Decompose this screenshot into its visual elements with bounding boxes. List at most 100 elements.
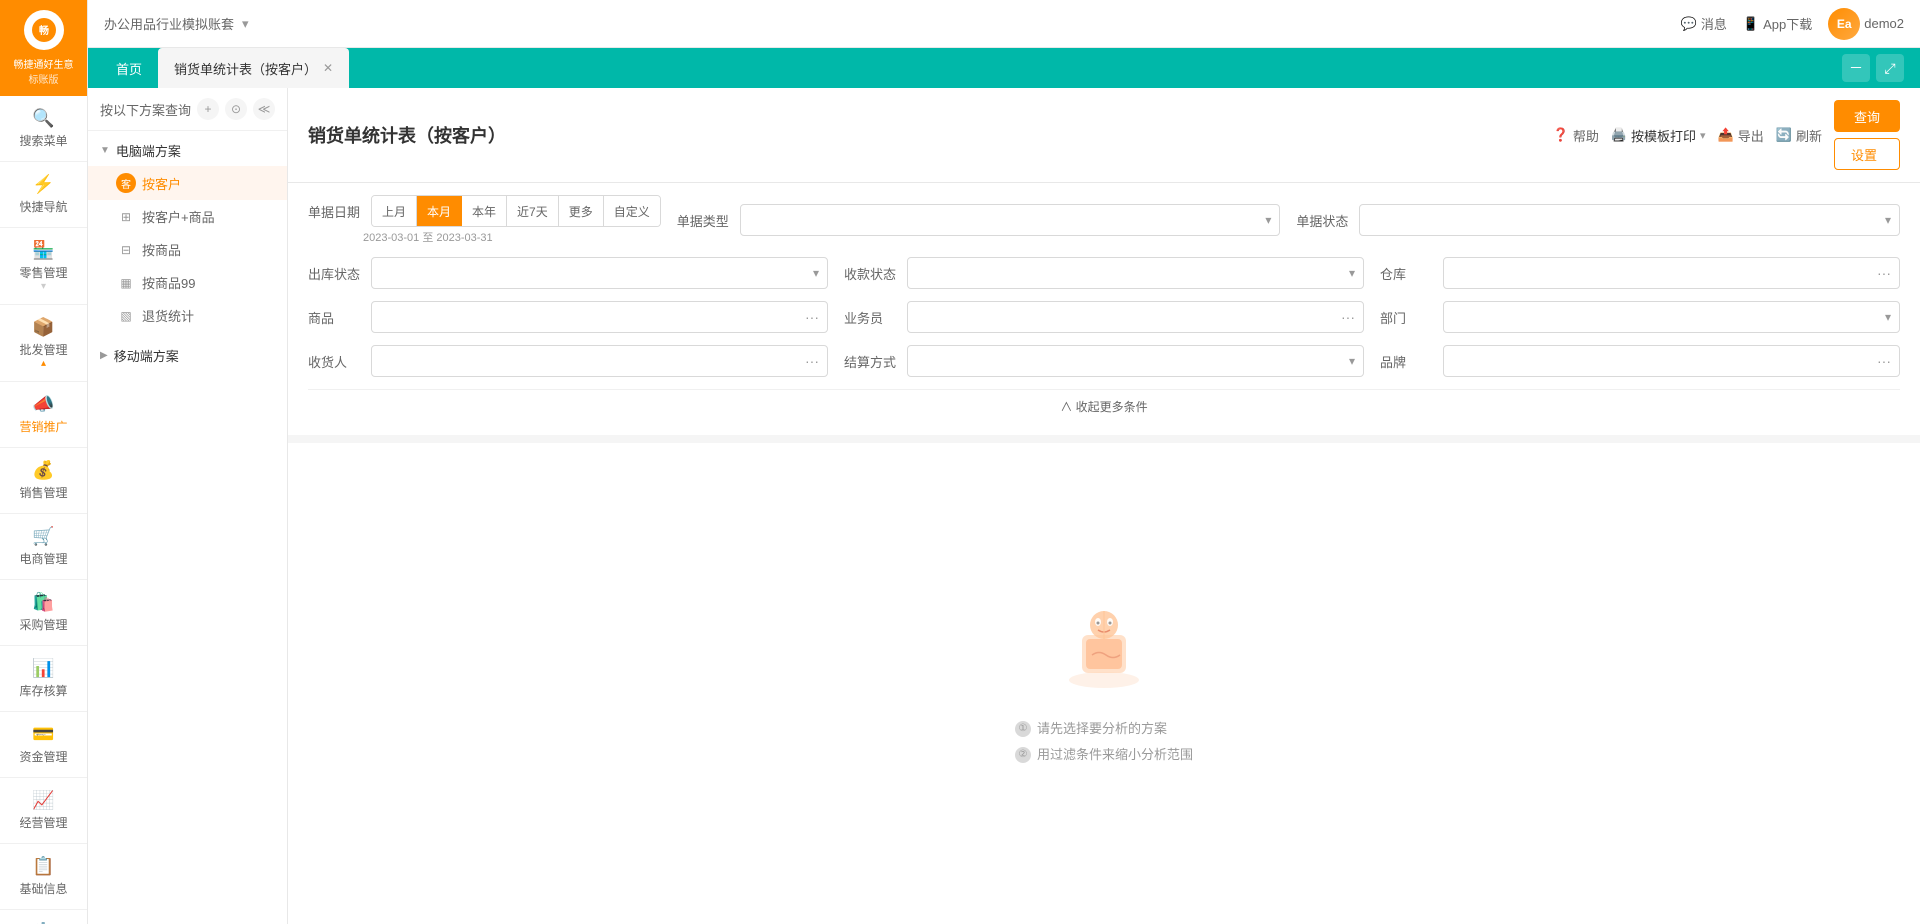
user-area[interactable]: Ea demo2 <box>1828 8 1904 40</box>
sidebar-item-retail-label: 零售管理 <box>19 264 67 281</box>
collapse-panel-btn[interactable]: ≪ <box>253 98 275 120</box>
settings-button[interactable]: 设置 <box>1834 138 1900 170</box>
sidebar-item-basic[interactable]: 📋 基础信息 <box>0 844 87 910</box>
date-custom-btn[interactable]: 自定义 <box>604 195 660 227</box>
department-filter: 部门 ▾ <box>1380 301 1900 333</box>
wholesale-icon: 📦 <box>32 317 54 338</box>
brand-label: 品牌 <box>1380 352 1435 371</box>
top-header-right: 💬 消息 📱 App下载 Ea demo2 <box>1681 8 1904 40</box>
date-range-display: 2023-03-01 至 2023-03-31 <box>308 229 493 245</box>
collapse-bar[interactable]: ∧ 收起更多条件 <box>308 389 1900 423</box>
warehouse-input[interactable]: ··· <box>1443 257 1900 289</box>
left-panel-header-actions: + ⊙ ≪ <box>197 98 275 120</box>
tree-group-desktop: ▼ 电脑端方案 客 按客户 ⊞ 按客户+商品 ⊟ 按商品 ▦ 按商品99 <box>88 131 287 336</box>
tree-item-return-stats[interactable]: ▧ 退货统计 <box>88 299 287 332</box>
help-icon: ❓ <box>1553 127 1569 143</box>
window-minimize-btn[interactable]: － <box>1842 54 1870 82</box>
industry-dropdown-icon[interactable]: ▾ <box>242 16 249 32</box>
doc-status-input[interactable]: ▾ <box>1359 204 1900 236</box>
download-icon: 📱 <box>1743 16 1759 32</box>
settings-scheme-btn[interactable]: ⊙ <box>225 98 247 120</box>
sidebar-item-search[interactable]: 🔍 搜索菜单 <box>0 96 87 162</box>
sidebar-item-system[interactable]: ⚙️ 系统管理 <box>0 910 87 924</box>
filter-row-2: 出库状态 ▾ 收款状态 ▾ 仓库 <box>308 257 1900 289</box>
brand-dots[interactable]: ··· <box>1877 353 1891 369</box>
tree-group-mobile-header[interactable]: ▶ 移动端方案 <box>88 340 287 371</box>
tree-group-desktop-header[interactable]: ▼ 电脑端方案 <box>88 135 287 166</box>
out-status-input[interactable]: ▾ <box>371 257 828 289</box>
goods-dots[interactable]: ··· <box>805 309 819 325</box>
doc-type-input[interactable]: ▾ <box>740 204 1281 236</box>
sidebar-logo: 畅 畅捷通好生意 标账版 <box>0 0 88 96</box>
export-label: 导出 <box>1738 126 1764 145</box>
warehouse-filter: 仓库 ··· <box>1380 257 1900 289</box>
sidebar-item-finance[interactable]: 💳 资金管理 <box>0 712 87 778</box>
help-btn[interactable]: ❓ 帮助 <box>1553 126 1599 145</box>
dropdown-icon-4: ▾ <box>1349 266 1355 280</box>
export-btn[interactable]: 📤 导出 <box>1718 126 1764 145</box>
query-button[interactable]: 查询 <box>1834 100 1900 132</box>
tree-item-goods99[interactable]: ▦ 按商品99 <box>88 266 287 299</box>
sidebar-item-inventory[interactable]: 📊 库存核算 <box>0 646 87 712</box>
tree-item-by-goods[interactable]: ⊟ 按商品 <box>88 233 287 266</box>
refresh-btn[interactable]: 🔄 刷新 <box>1776 126 1822 145</box>
tree-group-mobile-label: 移动端方案 <box>114 346 179 365</box>
doc-type-label: 单据类型 <box>677 211 732 230</box>
stats-icon: ▧ <box>116 309 136 323</box>
empty-tips: ① 请先选择要分析的方案 ② 用过滤条件来缩小分析范围 <box>1015 716 1193 768</box>
tab-home[interactable]: 首页 <box>100 48 158 88</box>
department-input[interactable]: ▾ <box>1443 301 1900 333</box>
minimize-icon: － <box>1849 58 1863 78</box>
sidebar-item-sales[interactable]: 💰 销售管理 <box>0 448 87 514</box>
filter-row-4: 收货人 ··· 结算方式 ▾ 品牌 <box>308 345 1900 377</box>
sidebar-item-retail[interactable]: 🏪 零售管理 ▾ <box>0 228 87 305</box>
filter-area: 单据日期 上月 本月 本年 近7天 更多 自定义 2023-03-01 至 20… <box>288 183 1920 435</box>
sidebar-item-basic-label: 基础信息 <box>19 880 67 897</box>
tree-group-desktop-label: 电脑端方案 <box>116 141 181 160</box>
date-label: 单据日期 <box>308 202 363 221</box>
message-btn[interactable]: 💬 消息 <box>1681 14 1727 33</box>
tree-item-return-stats-label: 退货统计 <box>142 306 194 325</box>
payment-input[interactable]: ▾ <box>907 345 1364 377</box>
sidebar-item-sales-label: 销售管理 <box>19 484 67 501</box>
date-last-month-btn[interactable]: 上月 <box>372 195 417 227</box>
receipt-status-input[interactable]: ▾ <box>907 257 1364 289</box>
sidebar-item-marketing[interactable]: 📣 营销推广 <box>0 382 87 448</box>
filter-row-1: 单据日期 上月 本月 本年 近7天 更多 自定义 2023-03-01 至 20… <box>308 195 1900 245</box>
salesperson-input[interactable]: ··· <box>907 301 1364 333</box>
avatar: Ea <box>1828 8 1860 40</box>
sidebar-item-nav[interactable]: ⚡ 快捷导航 <box>0 162 87 228</box>
chevron-down-icon: ▼ <box>100 145 110 156</box>
sidebar-item-purchase[interactable]: 🛍️ 采购管理 <box>0 580 87 646</box>
warehouse-dots[interactable]: ··· <box>1877 265 1891 281</box>
date-this-month-btn[interactable]: 本月 <box>417 195 462 227</box>
sidebar-item-business[interactable]: 📈 经营管理 <box>0 778 87 844</box>
sidebar-item-ecommerce[interactable]: 🛒 电商管理 <box>0 514 87 580</box>
receiver-dots[interactable]: ··· <box>805 353 819 369</box>
receiver-input[interactable]: ··· <box>371 345 828 377</box>
empty-tip-1: ① 请先选择要分析的方案 <box>1015 716 1193 742</box>
window-maximize-btn[interactable]: ⤢ <box>1876 54 1904 82</box>
help-label: 帮助 <box>1573 126 1599 145</box>
date-this-year-btn[interactable]: 本年 <box>462 195 507 227</box>
department-label: 部门 <box>1380 308 1435 327</box>
receiver-filter: 收货人 ··· <box>308 345 828 377</box>
basic-icon: 📋 <box>32 856 54 877</box>
tab-close-icon[interactable]: ✕ <box>323 61 333 75</box>
main-container: 办公用品行业模拟账套 ▾ 💬 消息 📱 App下载 Ea demo2 首页 销货… <box>88 0 1920 924</box>
sidebar-item-wholesale[interactable]: 📦 批发管理 ▴ <box>0 305 87 382</box>
app-download-btn[interactable]: 📱 App下载 <box>1743 14 1812 33</box>
date-more-btn[interactable]: 更多 <box>559 195 604 227</box>
marketing-icon: 📣 <box>32 394 54 415</box>
salesperson-dots[interactable]: ··· <box>1341 309 1355 325</box>
print-btn-group[interactable]: 🖨️ 按模板打印 ▾ <box>1611 126 1706 145</box>
date-7days-btn[interactable]: 近7天 <box>507 195 559 227</box>
goods-input[interactable]: ··· <box>371 301 828 333</box>
brand-input[interactable]: ··· <box>1443 345 1900 377</box>
tree-item-customer-goods[interactable]: ⊞ 按客户+商品 <box>88 200 287 233</box>
goods-filter: 商品 ··· <box>308 301 828 333</box>
tree-item-by-customer[interactable]: 客 按客户 <box>88 166 287 200</box>
add-scheme-btn[interactable]: + <box>197 98 219 120</box>
sidebar-item-search-label: 搜索菜单 <box>19 132 67 149</box>
tab-sales-stats[interactable]: 销货单统计表（按客户） ✕ <box>158 48 349 88</box>
